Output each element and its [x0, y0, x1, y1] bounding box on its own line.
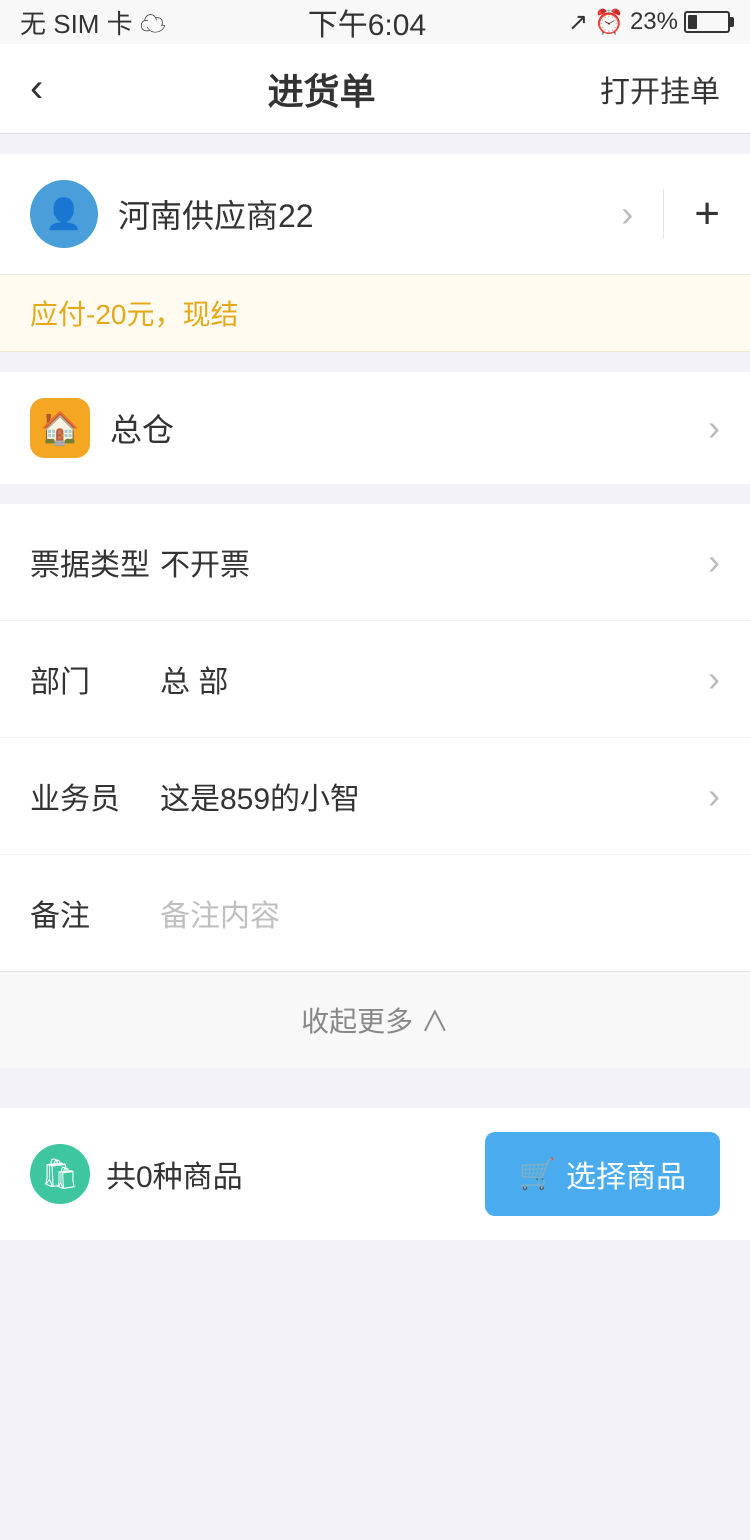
- page-background: [0, 1240, 750, 1540]
- status-time: 下午6:04: [308, 0, 426, 44]
- remark-row[interactable]: 备注 备注内容: [0, 855, 750, 971]
- select-product-button[interactable]: 🛒 选择商品: [485, 1132, 720, 1216]
- warehouse-section: 🏠 总仓: [0, 372, 750, 484]
- select-product-label: 选择商品: [566, 1152, 686, 1196]
- vertical-divider: [663, 189, 664, 239]
- supplier-avatar: 👤: [30, 180, 98, 248]
- mid-divider-1: [0, 352, 750, 372]
- battery-percent: 23%: [630, 8, 678, 36]
- invoice-type-row[interactable]: 票据类型 不开票: [0, 504, 750, 621]
- battery-icon: [684, 11, 730, 33]
- invoice-type-label: 票据类型: [30, 540, 160, 584]
- top-divider: [0, 134, 750, 154]
- salesperson-value: 这是859的小智: [160, 774, 708, 818]
- department-row[interactable]: 部门 总 部: [0, 621, 750, 738]
- status-bar: 无 SIM 卡 ☁ 下午6:04 ↗ ⏰ 23%: [0, 0, 750, 44]
- salesperson-row[interactable]: 业务员 这是859的小智: [0, 738, 750, 855]
- back-button[interactable]: ‹: [30, 66, 43, 111]
- shopping-bag-icon: 🛍: [41, 1157, 79, 1192]
- collapse-row[interactable]: 收起更多 ∧: [0, 971, 750, 1068]
- salesperson-label: 业务员: [30, 774, 160, 818]
- remark-input[interactable]: 备注内容: [160, 891, 720, 935]
- warehouse-row[interactable]: 🏠 总仓: [0, 372, 750, 484]
- invoice-type-arrow: [708, 541, 720, 583]
- supplier-arrow-icon: [621, 193, 633, 235]
- alarm-icon: ⏰: [594, 8, 624, 37]
- warehouse-icon: 🏠: [30, 398, 90, 458]
- remark-label: 备注: [30, 891, 160, 935]
- cart-add-icon: 🛒: [519, 1157, 556, 1192]
- department-label: 部门: [30, 657, 160, 701]
- product-icon: 🛍: [30, 1144, 90, 1204]
- department-value: 总 部: [160, 657, 708, 701]
- form-section: 票据类型 不开票 部门 总 部 业务员 这是859的小智 备注 备注内容: [0, 504, 750, 971]
- home-icon: 🏠: [40, 409, 80, 447]
- status-right: ↗ ⏰ 23%: [568, 8, 730, 37]
- warehouse-arrow-icon: [708, 407, 720, 449]
- page-title: 进货单: [268, 63, 376, 115]
- product-count-label: 共0种商品: [106, 1152, 243, 1196]
- add-supplier-button[interactable]: +: [694, 192, 720, 236]
- location-icon: ↗: [568, 8, 588, 37]
- notice-banner: 应付-20元，现结: [0, 275, 750, 352]
- supplier-name: 河南供应商22: [118, 191, 621, 237]
- user-icon: 👤: [45, 197, 82, 232]
- department-arrow: [708, 658, 720, 700]
- salesperson-arrow: [708, 775, 720, 817]
- no-sim-label: 无 SIM 卡 ☁: [20, 4, 166, 41]
- invoice-type-value: 不开票: [160, 540, 708, 584]
- nav-bar: ‹ 进货单 打开挂单: [0, 44, 750, 134]
- bottom-divider: [0, 1068, 750, 1088]
- bottom-bar: 🛍 共0种商品 🛒 选择商品: [0, 1108, 750, 1240]
- warehouse-name: 总仓: [110, 405, 708, 451]
- supplier-section: 👤 河南供应商22 + 应付-20元，现结: [0, 154, 750, 352]
- open-pending-button[interactable]: 打开挂单: [600, 67, 720, 111]
- product-count-area: 🛍 共0种商品: [30, 1144, 243, 1204]
- status-left: 无 SIM 卡 ☁: [20, 4, 166, 41]
- supplier-row[interactable]: 👤 河南供应商22 +: [0, 154, 750, 275]
